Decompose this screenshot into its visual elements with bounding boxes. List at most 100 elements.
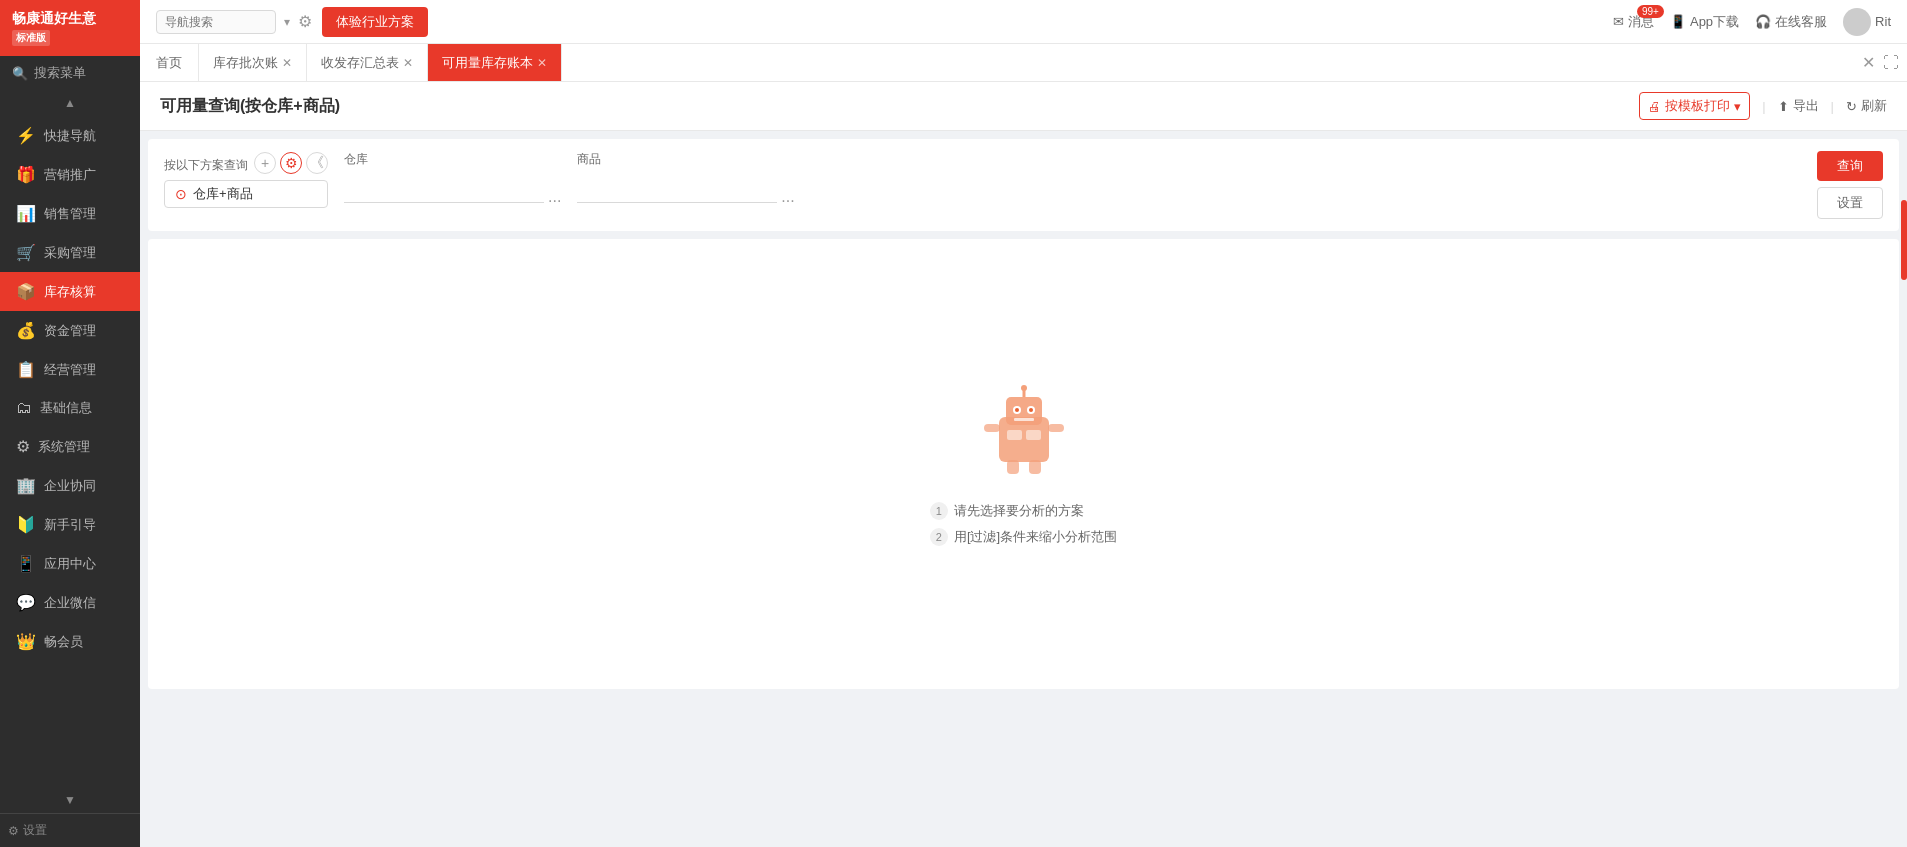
- page-title: 可用量查询(按仓库+商品): [160, 96, 340, 117]
- manage-scheme-btn[interactable]: ⚙: [280, 152, 302, 174]
- industry-btn[interactable]: 体验行业方案: [322, 7, 428, 37]
- purchase-icon: 🛒: [16, 243, 36, 262]
- sidebar-item-inventory[interactable]: 📦 库存核算: [0, 272, 140, 311]
- sidebar-scroll-up[interactable]: ▲: [0, 90, 140, 116]
- headset-icon: 🎧: [1755, 14, 1771, 29]
- tab-close-icon[interactable]: ✕: [403, 56, 413, 70]
- svg-rect-12: [1048, 424, 1064, 432]
- msg-button[interactable]: ✉ 消息 99+: [1613, 13, 1654, 31]
- sidebar-bottom[interactable]: ⚙ 设置: [0, 813, 140, 847]
- sidebar-scroll-down[interactable]: ▼: [0, 787, 140, 813]
- collapse-scheme-btn[interactable]: 《: [306, 152, 328, 174]
- tab-label: 可用量库存账本: [442, 54, 533, 72]
- add-scheme-btn[interactable]: +: [254, 152, 276, 174]
- print-btn[interactable]: 🖨 按模板打印 ▾: [1639, 92, 1750, 120]
- empty-tip-1: 1 请先选择要分析的方案: [930, 502, 1117, 520]
- user-name: Rit: [1875, 14, 1891, 29]
- page-header-actions: 🖨 按模板打印 ▾ | ⬆ 导出 | ↻ 刷新: [1639, 92, 1887, 120]
- sidebar-item-system[interactable]: ⚙ 系统管理: [0, 427, 140, 466]
- header-divider: |: [1762, 99, 1765, 114]
- main-area: ▾ ⚙ 体验行业方案 ✉ 消息 99+ 📱 App下载 🎧 在线客服 Rit: [140, 0, 1907, 847]
- warehouse-field: 仓库 ···: [344, 151, 561, 210]
- query-actions: 查询 设置: [1817, 151, 1883, 219]
- service-button[interactable]: 🎧 在线客服: [1755, 13, 1827, 31]
- sidebar-item-label: 应用中心: [44, 555, 96, 573]
- empty-illustration: [974, 382, 1074, 482]
- tip-num-1: 1: [930, 502, 948, 520]
- topbar-nav-input[interactable]: [156, 10, 276, 34]
- tab-inventory-batch[interactable]: 库存批次账 ✕: [199, 44, 307, 81]
- wechat-icon: 💬: [16, 593, 36, 612]
- brand-name: 畅康通好生意: [12, 10, 128, 28]
- tab-available-stock[interactable]: 可用量库存账本 ✕: [428, 44, 562, 81]
- tip-2-text: 用[过滤]条件来缩小分析范围: [954, 528, 1117, 546]
- print-dropdown-icon[interactable]: ▾: [1734, 99, 1741, 114]
- product-input[interactable]: [577, 179, 777, 203]
- export-btn[interactable]: ⬆ 导出: [1778, 97, 1819, 115]
- app-download-button[interactable]: 📱 App下载: [1670, 13, 1739, 31]
- tab-label: 收发存汇总表: [321, 54, 399, 72]
- sidebar-item-wechat[interactable]: 💬 企业微信: [0, 583, 140, 622]
- print-label: 按模板打印: [1665, 97, 1730, 115]
- tab-home-label: 首页: [156, 54, 182, 72]
- expand-icon[interactable]: ⛶: [1883, 54, 1899, 72]
- appcenter-icon: 📱: [16, 554, 36, 573]
- svg-rect-8: [1014, 418, 1034, 421]
- service-label: 在线客服: [1775, 13, 1827, 31]
- product-field: 商品 ···: [577, 151, 794, 210]
- sidebar-item-shortcut[interactable]: ⚡ 快捷导航: [0, 116, 140, 155]
- refresh-icon: ↻: [1846, 99, 1857, 114]
- svg-point-5: [1029, 408, 1033, 412]
- warehouse-input[interactable]: [344, 179, 544, 203]
- nav-dropdown-arrow[interactable]: ▾: [284, 15, 290, 29]
- settings-btn[interactable]: 设置: [1817, 187, 1883, 219]
- scheme-label: 按以下方案查询: [164, 151, 248, 174]
- sidebar-item-operation[interactable]: 📋 经营管理: [0, 350, 140, 389]
- msg-icon: ✉: [1613, 14, 1624, 29]
- sidebar-item-basic[interactable]: 🗂 基础信息: [0, 389, 140, 427]
- sidebar-item-label: 销售管理: [44, 205, 96, 223]
- product-more-btn[interactable]: ···: [781, 172, 794, 210]
- tab-close-icon[interactable]: ✕: [282, 56, 292, 70]
- sidebar-item-finance[interactable]: 💰 资金管理: [0, 311, 140, 350]
- svg-rect-9: [1007, 430, 1022, 440]
- warehouse-more-btn[interactable]: ···: [548, 172, 561, 210]
- sidebar-item-enterprise[interactable]: 🏢 企业协同: [0, 466, 140, 505]
- sidebar-item-appcenter[interactable]: 📱 应用中心: [0, 544, 140, 583]
- scheme-icon: ⊙: [175, 186, 187, 202]
- close-all-tabs-icon[interactable]: ✕: [1862, 53, 1875, 72]
- warehouse-field-label: 仓库: [344, 151, 561, 168]
- header-divider-2: |: [1831, 99, 1834, 114]
- sidebar-search[interactable]: 🔍 搜索菜单: [0, 56, 140, 90]
- sidebar-item-label: 经营管理: [44, 361, 96, 379]
- query-btn[interactable]: 查询: [1817, 151, 1883, 181]
- sidebar-item-member[interactable]: 👑 畅会员: [0, 622, 140, 661]
- sidebar-bottom-label: 设置: [23, 822, 47, 839]
- user-menu[interactable]: Rit: [1843, 8, 1891, 36]
- sidebar-item-purchase[interactable]: 🛒 采购管理: [0, 233, 140, 272]
- sales-icon: 📊: [16, 204, 36, 223]
- sidebar-logo: 畅康通好生意 标准版: [0, 0, 140, 56]
- tab-home[interactable]: 首页: [140, 44, 199, 81]
- right-scrollbar[interactable]: [1901, 200, 1907, 280]
- system-icon: ⚙: [16, 437, 30, 456]
- svg-rect-10: [1026, 430, 1041, 440]
- filter-area: 按以下方案查询 + ⚙ 《 ⊙ 仓库+商品 仓库: [148, 139, 1899, 231]
- svg-point-4: [1015, 408, 1019, 412]
- sidebar-item-label: 新手引导: [44, 516, 96, 534]
- gear-icon[interactable]: ⚙: [298, 12, 312, 31]
- avatar: [1843, 8, 1871, 36]
- page-content: 可用量查询(按仓库+商品) 🖨 按模板打印 ▾ | ⬆ 导出 | ↻ 刷新: [140, 82, 1907, 847]
- scheme-warehouse-product[interactable]: ⊙ 仓库+商品: [164, 180, 328, 208]
- svg-rect-11: [984, 424, 1000, 432]
- sidebar-item-newuser[interactable]: 🔰 新手引导: [0, 505, 140, 544]
- product-input-row: ···: [577, 172, 794, 210]
- tab-stock-summary[interactable]: 收发存汇总表 ✕: [307, 44, 428, 81]
- tab-close-icon[interactable]: ✕: [537, 56, 547, 70]
- sidebar-item-marketing[interactable]: 🎁 营销推广: [0, 155, 140, 194]
- newuser-icon: 🔰: [16, 515, 36, 534]
- filter-schemes-section: 按以下方案查询 + ⚙ 《 ⊙ 仓库+商品: [164, 151, 328, 208]
- scheme-actions: + ⚙ 《: [254, 152, 328, 174]
- sidebar-item-sales[interactable]: 📊 销售管理: [0, 194, 140, 233]
- refresh-btn[interactable]: ↻ 刷新: [1846, 97, 1887, 115]
